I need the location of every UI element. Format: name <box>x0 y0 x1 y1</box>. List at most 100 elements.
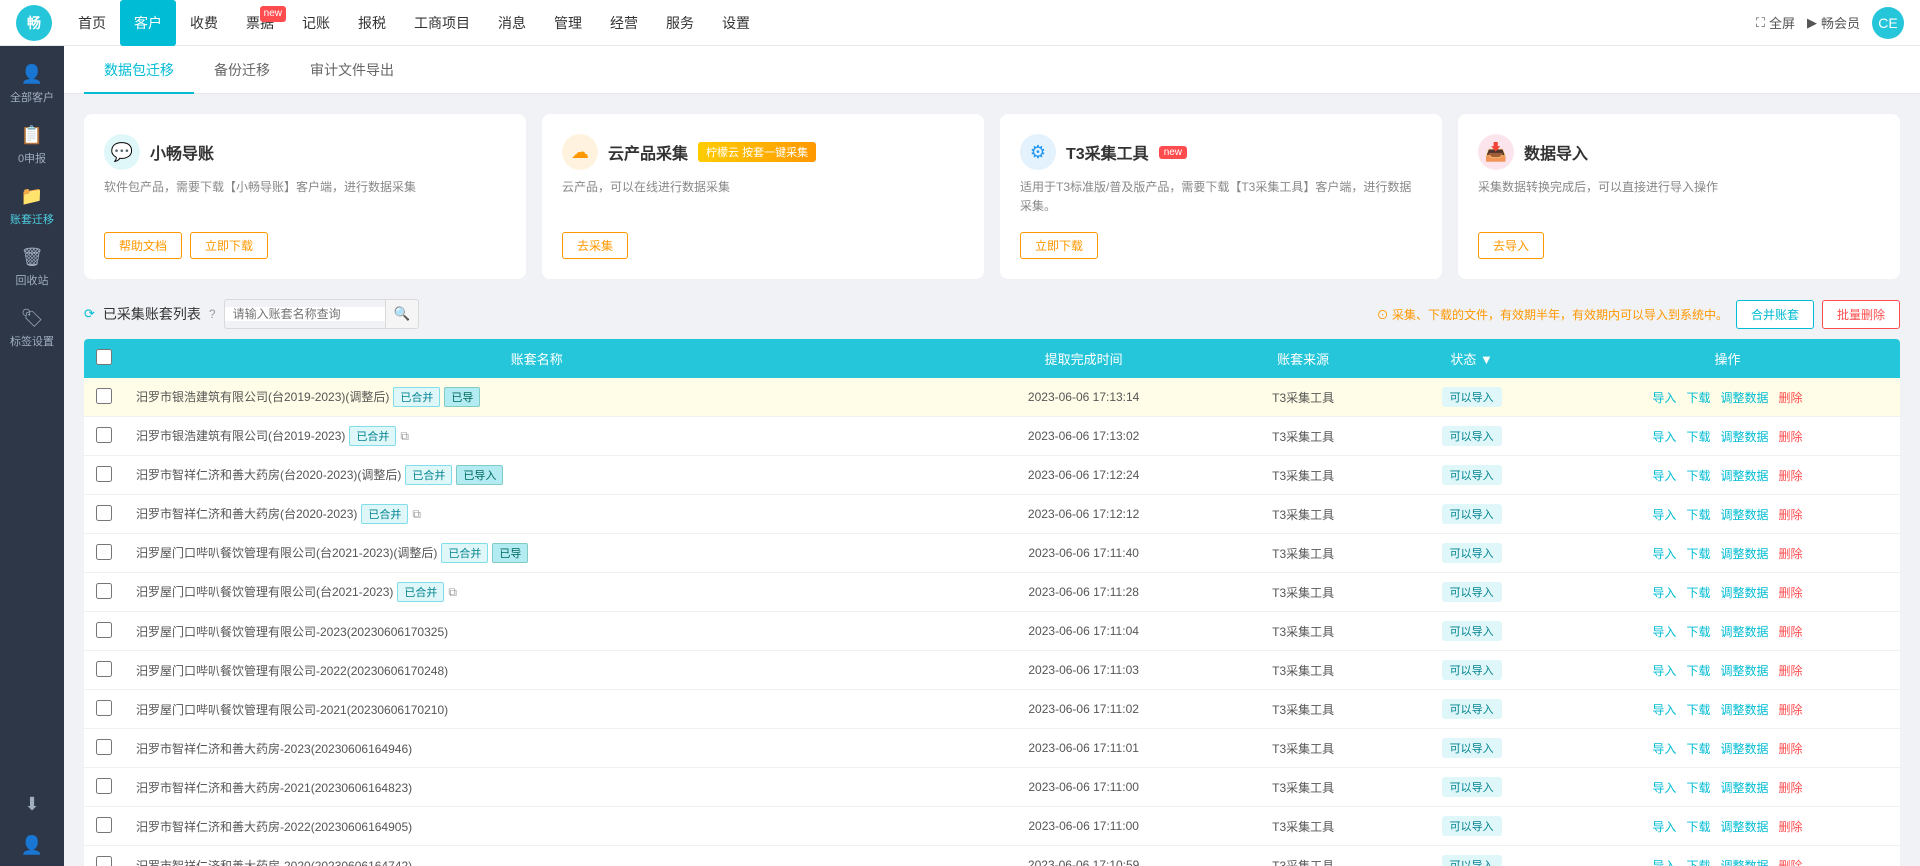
sidebar-item-download[interactable]: ⬇ <box>15 784 49 825</box>
action-下载[interactable]: 下载 <box>1686 506 1710 523</box>
action-下载[interactable]: 下载 <box>1686 623 1710 640</box>
action-下载[interactable]: 下载 <box>1686 584 1710 601</box>
action-调整数据[interactable]: 调整数据 <box>1720 740 1768 757</box>
batch-delete-button[interactable]: 批量删除 <box>1822 300 1900 329</box>
action-下载[interactable]: 下载 <box>1686 428 1710 445</box>
action-删除[interactable]: 删除 <box>1778 857 1802 866</box>
go-collect-button[interactable]: 去采集 <box>562 232 628 259</box>
action-调整数据[interactable]: 调整数据 <box>1720 506 1768 523</box>
action-调整数据[interactable]: 调整数据 <box>1720 467 1768 484</box>
action-删除[interactable]: 删除 <box>1778 623 1802 640</box>
action-下载[interactable]: 下载 <box>1686 818 1710 835</box>
row-checkbox[interactable] <box>96 544 112 560</box>
action-删除[interactable]: 删除 <box>1778 389 1802 406</box>
row-checkbox[interactable] <box>96 466 112 482</box>
row-checkbox[interactable] <box>96 739 112 755</box>
nav-item-business[interactable]: 工商项目 <box>400 0 484 46</box>
nav-item-message[interactable]: 消息 <box>484 0 540 46</box>
row-checkbox[interactable] <box>96 388 112 404</box>
row-checkbox[interactable] <box>96 661 112 677</box>
row-checkbox[interactable] <box>96 622 112 638</box>
row-checkbox[interactable] <box>96 856 112 866</box>
nav-item-home[interactable]: 首页 <box>64 0 120 46</box>
sidebar-item-all-customers[interactable]: 👤 全部客户 <box>0 54 64 115</box>
nav-item-customer[interactable]: 客户 <box>120 0 176 46</box>
member-button[interactable]: ▶ 畅会员 <box>1807 13 1860 32</box>
action-删除[interactable]: 删除 <box>1778 428 1802 445</box>
action-下载[interactable]: 下载 <box>1686 857 1710 866</box>
row-checkbox[interactable] <box>96 583 112 599</box>
action-调整数据[interactable]: 调整数据 <box>1720 389 1768 406</box>
tab-data-migration[interactable]: 数据包迁移 <box>84 46 194 94</box>
nav-item-manage[interactable]: 管理 <box>540 0 596 46</box>
action-导入[interactable]: 导入 <box>1652 545 1676 562</box>
action-删除[interactable]: 删除 <box>1778 779 1802 796</box>
action-调整数据[interactable]: 调整数据 <box>1720 662 1768 679</box>
fullscreen-button[interactable]: ⛶ 全屏 <box>1756 13 1795 32</box>
action-下载[interactable]: 下载 <box>1686 389 1710 406</box>
action-调整数据[interactable]: 调整数据 <box>1720 623 1768 640</box>
sidebar-item-account-migration[interactable]: 📁 账套迁移 <box>0 176 64 237</box>
sidebar-item-zero-report[interactable]: 📋 0申报 <box>0 115 64 176</box>
go-import-button[interactable]: 去导入 <box>1478 232 1544 259</box>
refresh-icon[interactable]: ⟳ <box>84 306 95 322</box>
action-删除[interactable]: 删除 <box>1778 701 1802 718</box>
action-导入[interactable]: 导入 <box>1652 623 1676 640</box>
tab-backup-migration[interactable]: 备份迁移 <box>194 46 290 94</box>
merge-accounts-button[interactable]: 合并账套 <box>1736 300 1814 329</box>
row-checkbox[interactable] <box>96 778 112 794</box>
action-删除[interactable]: 删除 <box>1778 740 1802 757</box>
action-导入[interactable]: 导入 <box>1652 740 1676 757</box>
action-导入[interactable]: 导入 <box>1652 389 1676 406</box>
action-调整数据[interactable]: 调整数据 <box>1720 545 1768 562</box>
col-status[interactable]: 状态 ▼ <box>1388 339 1555 378</box>
action-调整数据[interactable]: 调整数据 <box>1720 584 1768 601</box>
search-input[interactable] <box>225 307 385 321</box>
sidebar-item-tag-settings[interactable]: 🏷 标签设置 <box>0 298 64 359</box>
select-all-checkbox[interactable] <box>96 349 112 365</box>
row-checkbox[interactable] <box>96 817 112 833</box>
action-下载[interactable]: 下载 <box>1686 662 1710 679</box>
nav-item-fee[interactable]: 收费 <box>176 0 232 46</box>
action-删除[interactable]: 删除 <box>1778 584 1802 601</box>
action-删除[interactable]: 删除 <box>1778 467 1802 484</box>
action-调整数据[interactable]: 调整数据 <box>1720 428 1768 445</box>
row-checkbox[interactable] <box>96 700 112 716</box>
nav-item-settings[interactable]: 设置 <box>708 0 764 46</box>
action-导入[interactable]: 导入 <box>1652 467 1676 484</box>
nav-item-service[interactable]: 服务 <box>652 0 708 46</box>
nav-item-operation[interactable]: 经营 <box>596 0 652 46</box>
action-导入[interactable]: 导入 <box>1652 779 1676 796</box>
action-导入[interactable]: 导入 <box>1652 701 1676 718</box>
action-调整数据[interactable]: 调整数据 <box>1720 779 1768 796</box>
app-logo[interactable]: 畅 <box>16 5 52 41</box>
nav-item-bookkeeping[interactable]: 记账 <box>288 0 344 46</box>
action-下载[interactable]: 下载 <box>1686 740 1710 757</box>
help-doc-button[interactable]: 帮助文档 <box>104 232 182 259</box>
search-button[interactable]: 🔍 <box>385 300 419 328</box>
help-icon[interactable]: ? <box>209 307 216 321</box>
row-copy-icon[interactable]: ⧉ <box>412 507 421 521</box>
tab-audit-export[interactable]: 审计文件导出 <box>290 46 414 94</box>
action-导入[interactable]: 导入 <box>1652 857 1676 866</box>
row-copy-icon[interactable]: ⧉ <box>448 585 457 599</box>
nav-item-invoice[interactable]: 票据 new <box>232 0 288 46</box>
action-删除[interactable]: 删除 <box>1778 545 1802 562</box>
action-导入[interactable]: 导入 <box>1652 584 1676 601</box>
action-下载[interactable]: 下载 <box>1686 545 1710 562</box>
action-导入[interactable]: 导入 <box>1652 662 1676 679</box>
action-调整数据[interactable]: 调整数据 <box>1720 857 1768 866</box>
action-导入[interactable]: 导入 <box>1652 428 1676 445</box>
action-导入[interactable]: 导入 <box>1652 818 1676 835</box>
action-下载[interactable]: 下载 <box>1686 701 1710 718</box>
action-下载[interactable]: 下载 <box>1686 779 1710 796</box>
action-导入[interactable]: 导入 <box>1652 506 1676 523</box>
nav-item-tax[interactable]: 报税 <box>344 0 400 46</box>
action-删除[interactable]: 删除 <box>1778 662 1802 679</box>
t3-download-button[interactable]: 立即下载 <box>1020 232 1098 259</box>
download-now-button[interactable]: 立即下载 <box>190 232 268 259</box>
row-copy-icon[interactable]: ⧉ <box>400 429 409 443</box>
sidebar-item-recycle-bin[interactable]: 🗑 回收站 <box>0 237 64 298</box>
action-调整数据[interactable]: 调整数据 <box>1720 818 1768 835</box>
row-checkbox[interactable] <box>96 505 112 521</box>
